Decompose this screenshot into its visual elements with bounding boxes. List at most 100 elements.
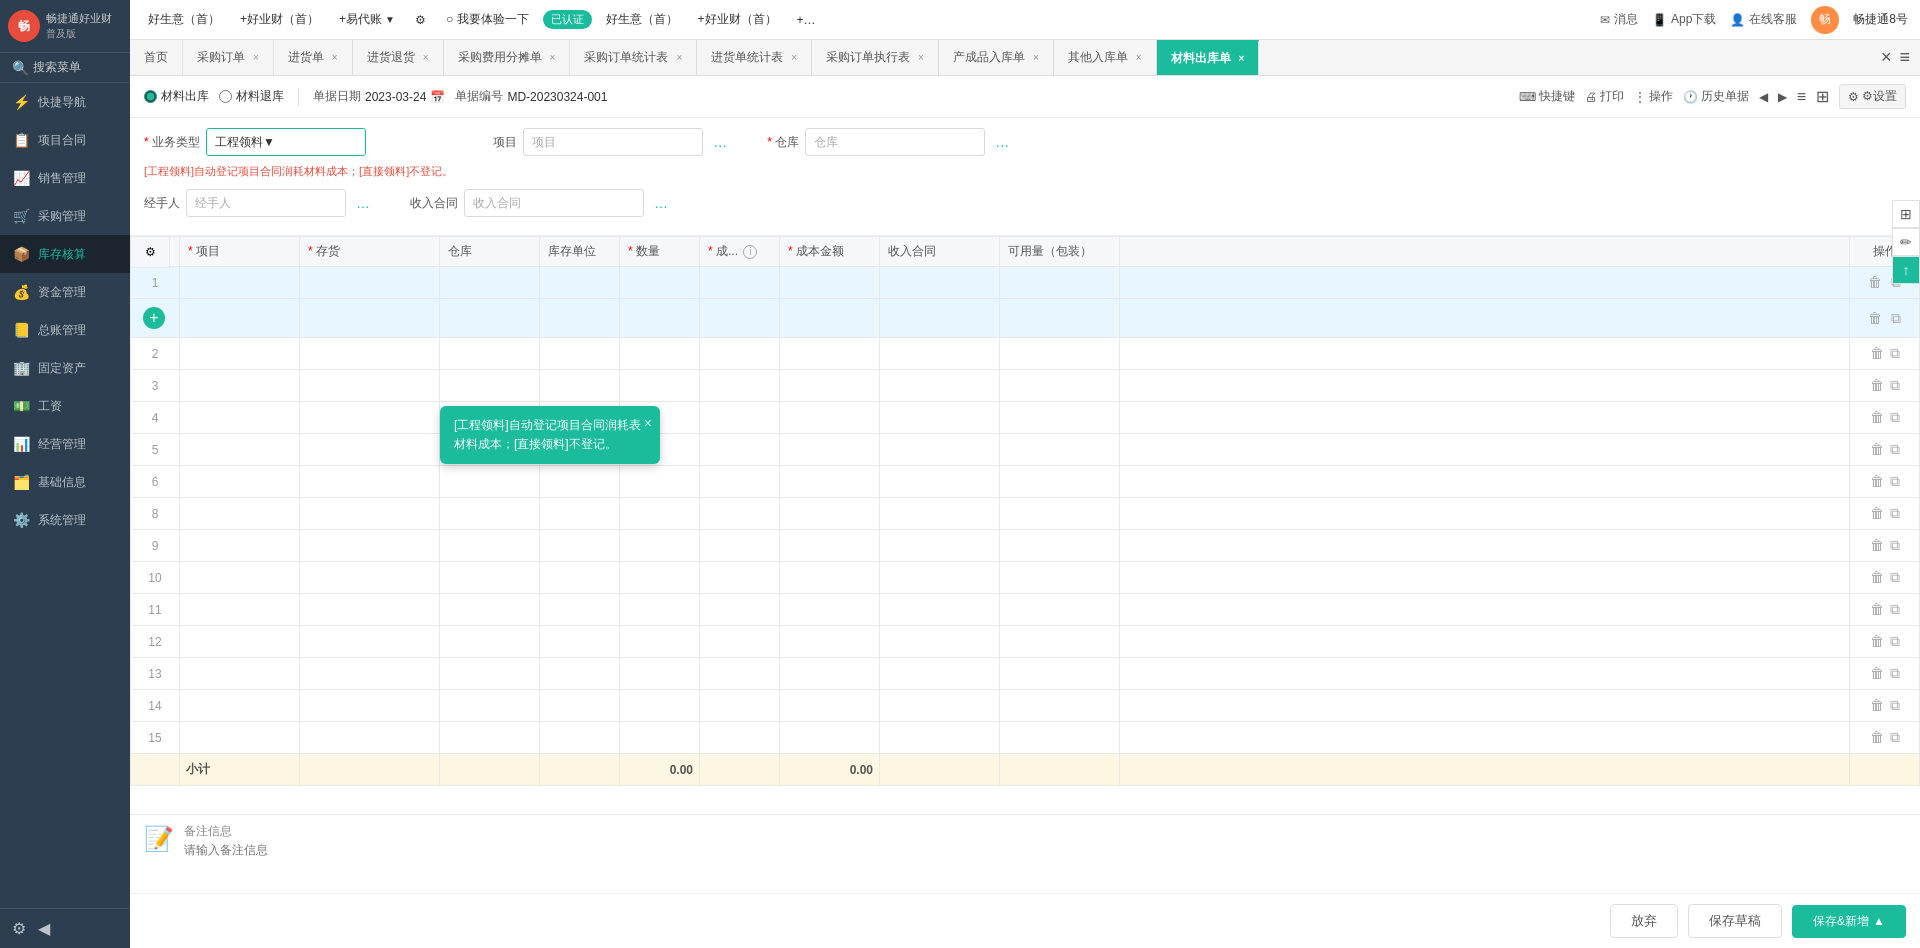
row-delete-icon[interactable]: 🗑 [1870, 409, 1884, 425]
tab-list-btn[interactable]: ≡ [1899, 47, 1910, 68]
row-1-unit[interactable] [540, 267, 620, 299]
row-copy-icon[interactable]: ⧉ [1890, 569, 1900, 585]
row-delete-icon[interactable]: 🗑 [1870, 345, 1884, 361]
row-1-qty[interactable] [620, 267, 700, 299]
tab-purchase-return[interactable]: 进货退货 × [353, 40, 444, 76]
topbar-item-haoshengyi[interactable]: 好生意（首） [142, 7, 226, 32]
sidebar-item-operation[interactable]: 📊 经营管理 [0, 425, 130, 463]
tab-purchase-fee-close[interactable]: × [550, 52, 556, 63]
biz-type-input[interactable]: 工程领料 ▼ [206, 128, 366, 156]
income-contract-input[interactable]: 收入合同 [464, 189, 644, 217]
row-1-inventory[interactable] [300, 267, 440, 299]
print-btn[interactable]: 🖨 打印 [1585, 88, 1624, 105]
tab-other-receipt-close[interactable]: × [1136, 52, 1142, 63]
tab-purchase-order-close[interactable]: × [253, 52, 259, 63]
discard-button[interactable]: 放弃 [1610, 904, 1678, 938]
calendar-icon[interactable]: 📅 [430, 90, 445, 104]
sidebar-item-basic[interactable]: 🗂️ 基础信息 [0, 463, 130, 501]
settings-icon[interactable]: ⚙ [12, 919, 26, 938]
sidebar-item-project[interactable]: 📋 项目合同 [0, 121, 130, 159]
doc-settings-btn[interactable]: ⚙ ⚙设置 [1839, 84, 1906, 109]
row-delete-icon[interactable]: 🗑 [1870, 729, 1884, 745]
row-delete-icon[interactable]: 🗑 [1870, 569, 1884, 585]
warehouse-input[interactable]: 仓库 [805, 128, 985, 156]
tab-purchase-exec[interactable]: 采购订单执行表 × [812, 40, 939, 76]
date-value[interactable]: 2023-03-24 [365, 90, 426, 104]
topbar-more-haoyecai[interactable]: +好业财（首） [692, 7, 783, 32]
sidebar-item-fixed-assets[interactable]: 🏢 固定资产 [0, 349, 130, 387]
tab-home[interactable]: 首页 [130, 40, 183, 76]
row-delete-icon[interactable]: 🗑 [1870, 441, 1884, 457]
row-delete-icon[interactable]: 🗑 [1870, 537, 1884, 553]
project-more-btn[interactable]: … [713, 134, 727, 150]
topbar-item-yidazhang[interactable]: +易代账 ▼ [333, 7, 401, 32]
topbar-item-haoyecai[interactable]: +好业财（首） [234, 7, 325, 32]
row-delete-icon[interactable]: 🗑 [1870, 505, 1884, 521]
online-service-btn[interactable]: 👤 在线客服 [1730, 11, 1797, 28]
view-grid-btn[interactable]: ⊞ [1816, 87, 1829, 106]
add-row-btn[interactable]: + [143, 307, 165, 329]
row-1-delete-icon[interactable]: 🗑 [1868, 274, 1882, 290]
save-new-button[interactable]: 保存&新增 ▲ [1792, 905, 1906, 938]
topbar-more-ellipsis[interactable]: +… [791, 9, 822, 31]
add-row-copy-icon[interactable]: ⧉ [1891, 310, 1901, 326]
row-copy-icon[interactable]: ⧉ [1890, 473, 1900, 489]
sidebar-item-system[interactable]: ⚙️ 系统管理 [0, 501, 130, 539]
row-1-warehouse[interactable] [440, 267, 540, 299]
sidebar-item-sales[interactable]: 📈 销售管理 [0, 159, 130, 197]
shortcut-key-btn[interactable]: ⌨ 快捷键 [1519, 88, 1575, 105]
row-copy-icon[interactable]: ⧉ [1890, 345, 1900, 361]
sidebar-item-accounting[interactable]: 📒 总账管理 [0, 311, 130, 349]
save-draft-button[interactable]: 保存草稿 [1688, 904, 1782, 938]
row-copy-icon[interactable]: ⧉ [1890, 377, 1900, 393]
row-copy-icon[interactable]: ⧉ [1890, 409, 1900, 425]
sidebar-item-shortcut[interactable]: ⚡ 快捷导航 [0, 83, 130, 121]
topbar-more-haoshengyi[interactable]: 好生意（首） [600, 7, 684, 32]
row-delete-icon[interactable]: 🗑 [1870, 665, 1884, 681]
topbar-experience-btn[interactable]: ○ 我要体验一下 [440, 7, 535, 32]
tab-product-receipt-close[interactable]: × [1033, 52, 1039, 63]
row-1-cost-amount[interactable] [780, 267, 880, 299]
row-copy-icon[interactable]: ⧉ [1890, 633, 1900, 649]
right-icon-1[interactable]: ⊞ [1892, 200, 1920, 228]
row-1-cost[interactable] [700, 267, 780, 299]
handler-input[interactable]: 经手人 [186, 189, 346, 217]
row-copy-icon[interactable]: ⧉ [1890, 697, 1900, 713]
sidebar-item-inventory[interactable]: 📦 库存核算 [0, 235, 130, 273]
handler-more-btn[interactable]: … [356, 195, 370, 211]
save-new-dropdown-icon[interactable]: ▲ [1873, 914, 1885, 928]
row-delete-icon[interactable]: 🗑 [1870, 377, 1884, 393]
row-delete-icon[interactable]: 🗑 [1870, 697, 1884, 713]
search-menu[interactable]: 🔍 搜索菜单 [0, 53, 130, 83]
right-icon-2[interactable]: ✏ [1892, 228, 1920, 256]
warehouse-more-btn[interactable]: … [995, 134, 1009, 150]
tab-receipt-stats[interactable]: 进货单统计表 × [697, 40, 812, 76]
close-all-btn[interactable]: × [1881, 47, 1892, 68]
nav-next-btn[interactable]: ▶ [1778, 90, 1787, 104]
row-delete-icon[interactable]: 🗑 [1870, 633, 1884, 649]
sidebar-item-finance[interactable]: 💰 资金管理 [0, 273, 130, 311]
app-download-btn[interactable]: 📱 App下载 [1652, 11, 1716, 28]
user-avatar[interactable]: 畅 [1811, 6, 1839, 34]
income-contract-more-btn[interactable]: … [654, 195, 668, 211]
tab-material-out[interactable]: 材料出库单 × [1157, 40, 1260, 76]
tab-purchase-fee[interactable]: 采购费用分摊单 × [444, 40, 571, 76]
tab-product-receipt[interactable]: 产成品入库单 × [939, 40, 1054, 76]
collapse-icon[interactable]: ◀ [38, 919, 50, 938]
message-btn[interactable]: ✉ 消息 [1600, 11, 1638, 28]
row-copy-icon[interactable]: ⧉ [1890, 505, 1900, 521]
tooltip-close-btn[interactable]: × [644, 412, 652, 434]
tab-purchase-return-close[interactable]: × [423, 52, 429, 63]
sidebar-item-purchase[interactable]: 🛒 采购管理 [0, 197, 130, 235]
table-settings-icon[interactable]: ⚙ [130, 236, 170, 268]
project-input[interactable]: 项目 [523, 128, 703, 156]
nav-prev-btn[interactable]: ◀ [1759, 90, 1768, 104]
row-delete-icon[interactable]: 🗑 [1870, 473, 1884, 489]
sidebar-item-payroll[interactable]: 💵 工资 [0, 387, 130, 425]
tab-purchase-receipt-close[interactable]: × [332, 52, 338, 63]
tab-receipt-stats-close[interactable]: × [791, 52, 797, 63]
row-copy-icon[interactable]: ⧉ [1890, 537, 1900, 553]
tab-purchase-stats[interactable]: 采购订单统计表 × [570, 40, 697, 76]
tab-purchase-exec-close[interactable]: × [918, 52, 924, 63]
row-delete-icon[interactable]: 🗑 [1870, 601, 1884, 617]
